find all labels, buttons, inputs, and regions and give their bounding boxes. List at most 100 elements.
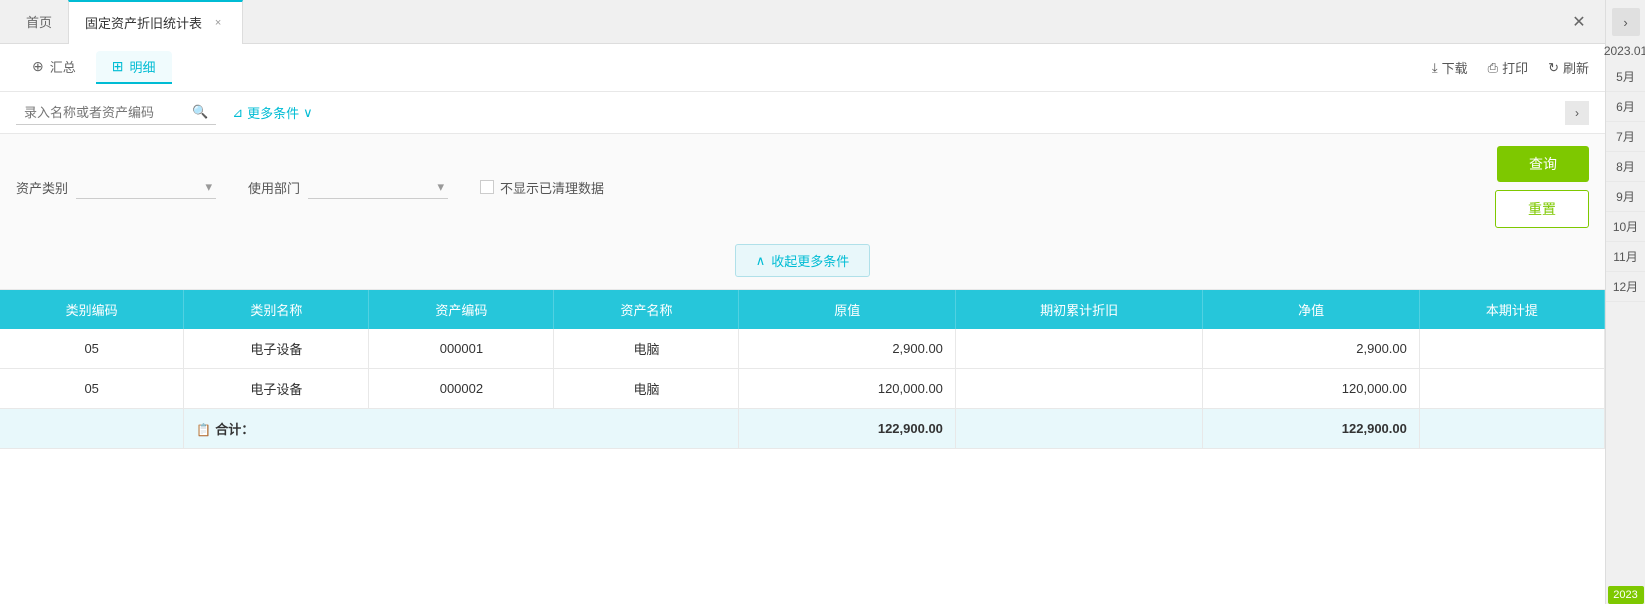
cell-cat-code-0: 05 xyxy=(0,329,184,369)
date-display: 2023.01 xyxy=(1596,40,1645,62)
cell-net-val-0: 2,900.00 xyxy=(1203,329,1419,369)
department-label: 使用部门 xyxy=(248,178,300,197)
department-select[interactable] xyxy=(308,175,448,199)
total-curr-dep xyxy=(1419,409,1604,449)
total-icon-cell xyxy=(0,409,184,449)
th-accumulated-depreciation: 期初累计折旧 xyxy=(955,290,1203,329)
refresh-btn[interactable]: ↻ 刷新 xyxy=(1548,58,1589,77)
sub-tabs: ⊕ 汇总 ⊞ 明细 xyxy=(16,51,172,84)
tab-close-btn[interactable]: × xyxy=(210,15,226,31)
search-icon: 🔍 xyxy=(192,104,208,120)
hide-cleared-checkbox[interactable] xyxy=(480,180,494,194)
tab-active-label: 固定资产折旧统计表 xyxy=(85,13,202,32)
month-11[interactable]: 11月 xyxy=(1606,242,1645,272)
print-btn[interactable]: ⎙ 打印 xyxy=(1488,58,1528,77)
filter-department: 使用部门 xyxy=(248,175,448,199)
th-asset-name: 资产名称 xyxy=(554,290,739,329)
sidebar-expand-btn[interactable]: › xyxy=(1612,8,1640,36)
cell-acc-dep-0 xyxy=(955,329,1203,369)
refresh-icon: ↻ xyxy=(1548,60,1559,76)
data-table: 类别编码 类别名称 资产编码 资产名称 原值 期初累计折旧 净值 本期计提 05… xyxy=(0,290,1605,449)
filter-asset-type: 资产类别 xyxy=(16,175,216,199)
asset-type-label: 资产类别 xyxy=(16,178,68,197)
th-current-depreciation: 本期计提 xyxy=(1419,290,1604,329)
expand-panel-btn[interactable]: › xyxy=(1565,101,1589,125)
more-conditions-btn[interactable]: ⊿ 更多条件 ∨ xyxy=(232,103,312,122)
print-icon: ⎙ xyxy=(1488,60,1498,76)
cell-acc-dep-1 xyxy=(955,369,1203,409)
month-12[interactable]: 12月 xyxy=(1606,272,1645,302)
detail-icon: ⊞ xyxy=(112,58,124,75)
tab-summary-label: 汇总 xyxy=(50,57,76,76)
window-close-btn[interactable]: ✕ xyxy=(1563,6,1595,38)
cell-cat-name-0: 电子设备 xyxy=(184,329,369,369)
reset-btn[interactable]: 重置 xyxy=(1495,190,1589,228)
table-header-row: 类别编码 类别名称 资产编码 资产名称 原值 期初累计折旧 净值 本期计提 xyxy=(0,290,1605,329)
department-select-wrap[interactable] xyxy=(308,175,448,199)
tab-detail-label: 明细 xyxy=(129,57,155,76)
collapse-icon: ∧ xyxy=(756,253,766,269)
filter-row: 资产类别 使用部门 xyxy=(16,146,1589,228)
total-net-val: 122,900.00 xyxy=(1203,409,1419,449)
total-orig-val: 122,900.00 xyxy=(739,409,955,449)
month-7[interactable]: 7月 xyxy=(1606,122,1645,152)
download-icon: ⤓ xyxy=(1432,60,1438,76)
total-acc-dep xyxy=(955,409,1203,449)
table-total-row: 📋合计： 122,900.00 122,900.00 xyxy=(0,409,1605,449)
tab-detail[interactable]: ⊞ 明细 xyxy=(96,51,172,84)
th-category-code: 类别编码 xyxy=(0,290,184,329)
collapse-label: 收起更多条件 xyxy=(771,251,849,270)
th-original-value: 原值 xyxy=(739,290,955,329)
month-8[interactable]: 8月 xyxy=(1606,152,1645,182)
more-conditions-label: 更多条件 xyxy=(247,103,299,122)
chevron-down-icon: ∨ xyxy=(303,105,313,121)
table-row: 05 电子设备 000001 电脑 2,900.00 2,900.00 xyxy=(0,329,1605,369)
table-row: 05 电子设备 000002 电脑 120,000.00 120,000.00 xyxy=(0,369,1605,409)
right-sidebar: › 2023.01 5月 6月 7月 8月 9月 10月 11月 12月 202… xyxy=(1605,0,1645,604)
year-badge: 2023 xyxy=(1608,586,1644,604)
table-wrap: 类别编码 类别名称 资产编码 资产名称 原值 期初累计折旧 净值 本期计提 05… xyxy=(0,290,1605,604)
sub-tab-bar: ⊕ 汇总 ⊞ 明细 ⤓ 下载 ⎙ 打印 ↻ 刷新 xyxy=(0,44,1605,92)
cell-asset-name-0: 电脑 xyxy=(554,329,739,369)
cell-orig-val-1: 120,000.00 xyxy=(739,369,955,409)
cell-asset-code-0: 000001 xyxy=(369,329,554,369)
refresh-label: 刷新 xyxy=(1563,58,1589,77)
month-9[interactable]: 9月 xyxy=(1606,182,1645,212)
search-bar: 🔍 ⊿ 更多条件 ∨ › xyxy=(0,92,1605,134)
filter-actions: 查询 重置 xyxy=(1495,146,1589,228)
month-10[interactable]: 10月 xyxy=(1606,212,1645,242)
month-5[interactable]: 5月 xyxy=(1606,62,1645,92)
page-content: ⊕ 汇总 ⊞ 明细 ⤓ 下载 ⎙ 打印 ↻ 刷新 xyxy=(0,44,1605,604)
summary-icon: ⊕ xyxy=(32,58,44,75)
hide-cleared-item[interactable]: 不显示已清理数据 xyxy=(480,178,604,197)
cell-cat-name-1: 电子设备 xyxy=(184,369,369,409)
th-asset-code: 资产编码 xyxy=(369,290,554,329)
print-label: 打印 xyxy=(1502,58,1528,77)
expand-arrow: › xyxy=(329,101,1589,125)
tab-home[interactable]: 首页 xyxy=(10,0,68,44)
cell-curr-dep-1 xyxy=(1419,369,1604,409)
cell-cat-code-1: 05 xyxy=(0,369,184,409)
total-label: 📋合计： xyxy=(184,409,739,449)
month-6[interactable]: 6月 xyxy=(1606,92,1645,122)
download-btn[interactable]: ⤓ 下载 xyxy=(1432,58,1468,77)
search-input[interactable] xyxy=(24,105,184,120)
download-label: 下载 xyxy=(1442,58,1468,77)
query-btn[interactable]: 查询 xyxy=(1497,146,1589,182)
asset-type-select[interactable] xyxy=(76,175,216,199)
cell-net-val-1: 120,000.00 xyxy=(1203,369,1419,409)
filter-icon: ⊿ xyxy=(232,105,243,121)
cell-orig-val-0: 2,900.00 xyxy=(739,329,955,369)
asset-type-select-wrap[interactable] xyxy=(76,175,216,199)
tab-active[interactable]: 固定资产折旧统计表 × xyxy=(68,0,243,44)
hide-cleared-label: 不显示已清理数据 xyxy=(500,178,604,197)
cell-asset-name-1: 电脑 xyxy=(554,369,739,409)
cell-asset-code-1: 000002 xyxy=(369,369,554,409)
cell-curr-dep-0 xyxy=(1419,329,1604,369)
tab-summary[interactable]: ⊕ 汇总 xyxy=(16,51,92,84)
filter-area: 资产类别 使用部门 xyxy=(0,134,1605,290)
tab-bar: 首页 固定资产折旧统计表 × ✕ xyxy=(0,0,1605,44)
collapse-btn[interactable]: ∧ 收起更多条件 xyxy=(735,244,871,277)
th-category-name: 类别名称 xyxy=(184,290,369,329)
search-input-wrap[interactable]: 🔍 xyxy=(16,100,216,125)
